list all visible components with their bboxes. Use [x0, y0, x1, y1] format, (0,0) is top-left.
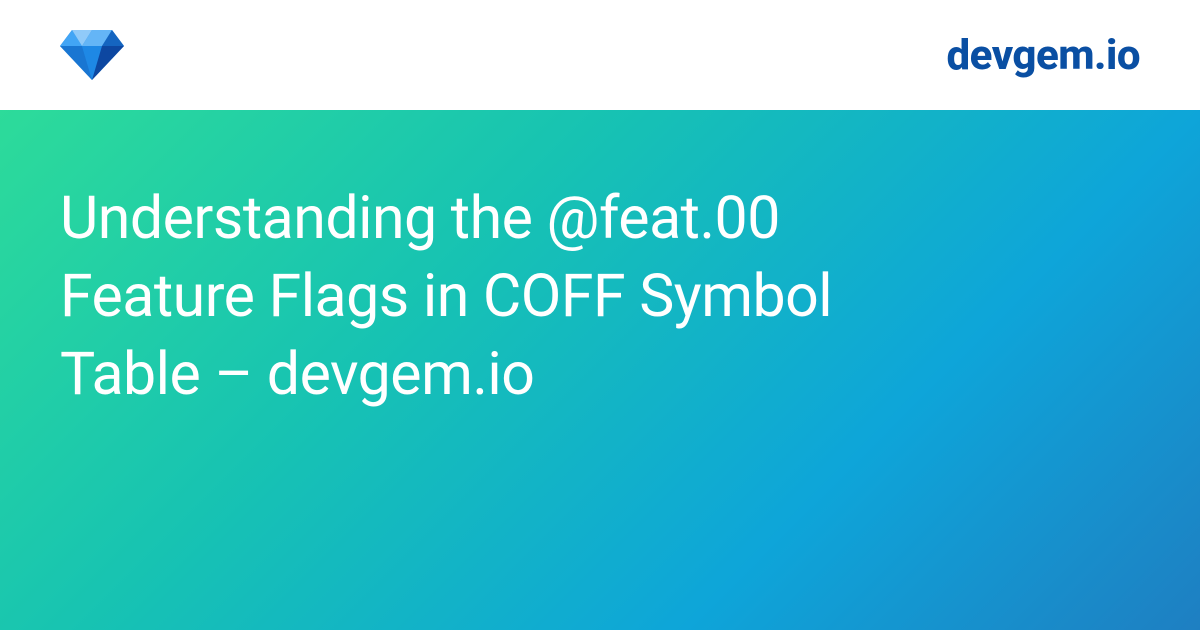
- brand-text: devgem.io: [947, 31, 1140, 80]
- header-bar: devgem.io: [0, 0, 1200, 110]
- page-title: Understanding the @feat.00 Feature Flags…: [60, 180, 960, 414]
- gem-icon: [60, 30, 124, 80]
- hero-banner: Understanding the @feat.00 Feature Flags…: [0, 110, 1200, 630]
